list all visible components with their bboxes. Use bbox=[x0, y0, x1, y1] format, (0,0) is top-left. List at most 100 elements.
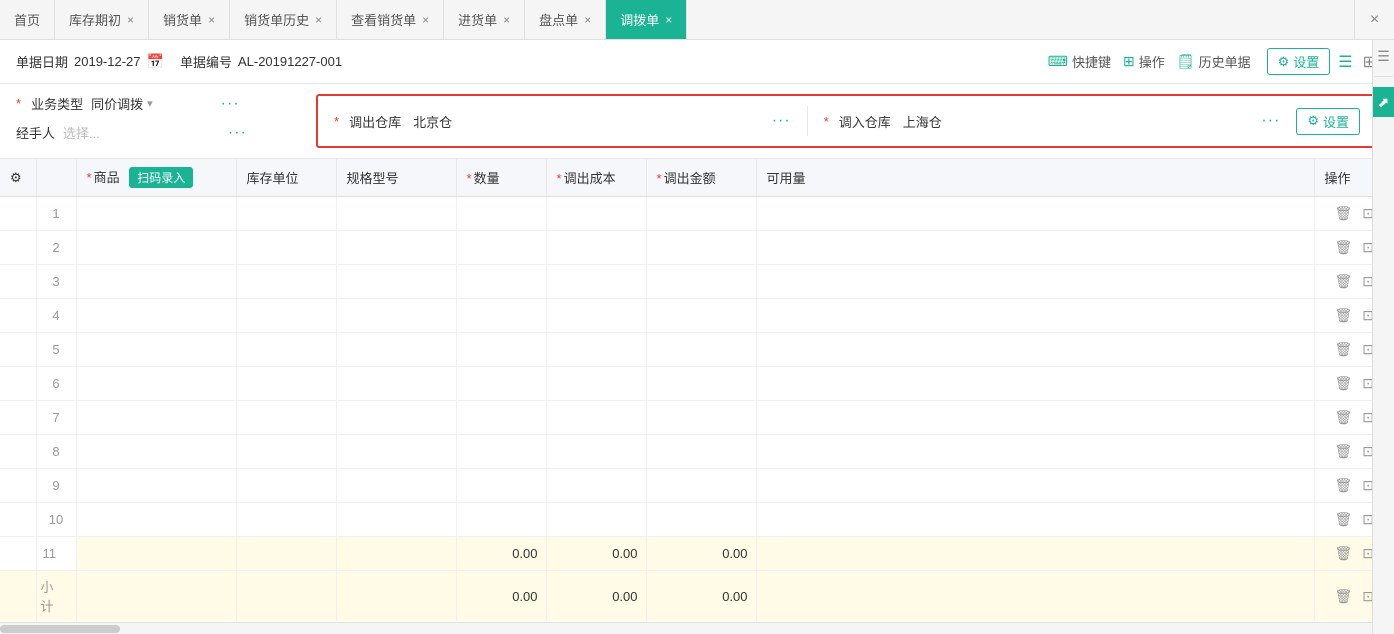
row-spec-cell[interactable] bbox=[336, 469, 456, 503]
row-spec-cell[interactable] bbox=[336, 401, 456, 435]
row-product-cell[interactable] bbox=[76, 503, 236, 537]
sub-delete-btn[interactable]: 🗑 bbox=[1332, 586, 1354, 607]
row-avail-cell[interactable] bbox=[756, 265, 1314, 299]
row-unit-cell[interactable] bbox=[236, 265, 336, 299]
calendar-icon[interactable]: 📅 bbox=[147, 53, 164, 70]
row-avail-cell[interactable] bbox=[756, 231, 1314, 265]
tab-sales-history[interactable]: 销货单历史 × bbox=[230, 0, 337, 39]
row-product-cell[interactable] bbox=[76, 435, 236, 469]
row-amount-cell[interactable] bbox=[646, 435, 756, 469]
layout-icon-1[interactable]: ☰ bbox=[1334, 52, 1356, 72]
row-amount-cell[interactable] bbox=[646, 197, 756, 231]
doc-date-value[interactable]: 2019-12-27 bbox=[74, 54, 141, 69]
operation-button[interactable]: ⊞ 操作 bbox=[1123, 52, 1165, 71]
row-qty-cell[interactable] bbox=[456, 367, 546, 401]
row-unit-cell[interactable] bbox=[236, 367, 336, 401]
row-unit-cell[interactable] bbox=[236, 299, 336, 333]
row-amount-cell[interactable] bbox=[646, 333, 756, 367]
row-delete-btn[interactable]: 🗑 bbox=[1332, 475, 1354, 496]
tab-view-sales[interactable]: 查看销货单 × bbox=[337, 0, 444, 39]
settings-button[interactable]: ⚙ 设置 bbox=[1267, 48, 1331, 75]
row-cost-cell[interactable] bbox=[546, 401, 646, 435]
row-qty-cell[interactable] bbox=[456, 503, 546, 537]
row-delete-btn[interactable]: 🗑 bbox=[1332, 339, 1354, 360]
row-spec-cell[interactable] bbox=[336, 231, 456, 265]
row-cost-cell[interactable] bbox=[546, 469, 646, 503]
row-delete-btn[interactable]: 🗑 bbox=[1332, 373, 1354, 394]
row-unit-cell[interactable] bbox=[236, 197, 336, 231]
row-amount-cell[interactable] bbox=[646, 265, 756, 299]
row-cost-cell[interactable] bbox=[546, 435, 646, 469]
operator-ellipsis[interactable]: ··· bbox=[228, 124, 247, 142]
row-avail-cell[interactable] bbox=[756, 401, 1314, 435]
row-avail-cell[interactable] bbox=[756, 503, 1314, 537]
operator-input[interactable]: 选择... bbox=[63, 123, 100, 142]
row-qty-cell[interactable] bbox=[456, 435, 546, 469]
row-avail-cell[interactable] bbox=[756, 333, 1314, 367]
row-delete-btn[interactable]: 🗑 bbox=[1332, 237, 1354, 258]
tab-stock-count[interactable]: 盘点单 × bbox=[525, 0, 606, 39]
row-spec-cell[interactable] bbox=[336, 197, 456, 231]
row-delete-btn[interactable]: 🗑 bbox=[1332, 203, 1354, 224]
biz-type-ellipsis[interactable]: ··· bbox=[221, 95, 240, 113]
row-spec-cell[interactable] bbox=[336, 435, 456, 469]
row-spec-cell[interactable] bbox=[336, 367, 456, 401]
row-delete-btn[interactable]: 🗑 bbox=[1332, 509, 1354, 530]
gear-icon[interactable]: ⚙ bbox=[10, 170, 22, 185]
out-warehouse-value[interactable]: 北京仓 bbox=[413, 112, 452, 131]
col-gear[interactable]: ⚙ bbox=[0, 159, 36, 197]
row-product-cell[interactable] bbox=[76, 197, 236, 231]
tab-sales-history-close[interactable]: × bbox=[315, 13, 322, 27]
row-amount-cell[interactable] bbox=[646, 503, 756, 537]
biz-type-select[interactable]: 同价调拨 ▾ bbox=[91, 94, 153, 113]
tab-transfer-order-close[interactable]: × bbox=[665, 13, 672, 27]
row-unit-cell[interactable] bbox=[236, 231, 336, 265]
row-avail-cell[interactable] bbox=[756, 197, 1314, 231]
row-qty-cell[interactable] bbox=[456, 197, 546, 231]
row-amount-cell[interactable] bbox=[646, 367, 756, 401]
global-close-button[interactable]: × bbox=[1354, 0, 1394, 40]
row-cost-cell[interactable] bbox=[546, 197, 646, 231]
row-cost-cell[interactable] bbox=[546, 333, 646, 367]
row-unit-cell[interactable] bbox=[236, 401, 336, 435]
row-qty-cell[interactable] bbox=[456, 299, 546, 333]
tab-purchase-order-close[interactable]: × bbox=[503, 13, 510, 27]
shortcut-button[interactable]: ⌨ 快捷键 bbox=[1048, 52, 1111, 71]
row-amount-cell[interactable] bbox=[646, 231, 756, 265]
row-qty-cell[interactable] bbox=[456, 265, 546, 299]
tab-sales-order[interactable]: 销货单 × bbox=[149, 0, 230, 39]
right-panel-list-icon[interactable]: ☰ bbox=[1374, 46, 1394, 66]
row-unit-cell[interactable] bbox=[236, 435, 336, 469]
row-unit-cell[interactable] bbox=[236, 503, 336, 537]
row-cost-cell[interactable] bbox=[546, 265, 646, 299]
scrollbar-thumb[interactable] bbox=[0, 625, 120, 633]
row-cost-cell[interactable] bbox=[546, 231, 646, 265]
row-unit-cell[interactable] bbox=[236, 333, 336, 367]
scan-button[interactable]: 扫码录入 bbox=[129, 167, 193, 188]
row-product-cell[interactable] bbox=[76, 299, 236, 333]
row-spec-cell[interactable] bbox=[336, 503, 456, 537]
row-delete-btn[interactable]: 🗑 bbox=[1332, 407, 1354, 428]
subtotal-delete-btn[interactable]: 🗑 bbox=[1332, 543, 1354, 564]
row-amount-cell[interactable] bbox=[646, 401, 756, 435]
row-spec-cell[interactable] bbox=[336, 333, 456, 367]
row-amount-cell[interactable] bbox=[646, 469, 756, 503]
warehouse-settings-button[interactable]: ⚙ 设置 bbox=[1296, 108, 1360, 135]
row-avail-cell[interactable] bbox=[756, 367, 1314, 401]
row-cost-cell[interactable] bbox=[546, 299, 646, 333]
row-delete-btn[interactable]: 🗑 bbox=[1332, 441, 1354, 462]
row-product-cell[interactable] bbox=[76, 265, 236, 299]
tab-transfer-order[interactable]: 调拨单 × bbox=[606, 0, 687, 39]
row-product-cell[interactable] bbox=[76, 367, 236, 401]
in-warehouse-ellipsis[interactable]: ··· bbox=[1261, 112, 1280, 130]
row-unit-cell[interactable] bbox=[236, 469, 336, 503]
row-avail-cell[interactable] bbox=[756, 435, 1314, 469]
tab-purchase-order[interactable]: 进货单 × bbox=[444, 0, 525, 39]
row-product-cell[interactable] bbox=[76, 333, 236, 367]
tab-sales-order-close[interactable]: × bbox=[208, 13, 215, 27]
row-amount-cell[interactable] bbox=[646, 299, 756, 333]
row-spec-cell[interactable] bbox=[336, 299, 456, 333]
right-panel-link-icon[interactable]: ⬈ bbox=[1373, 87, 1394, 117]
in-warehouse-value[interactable]: 上海仓 bbox=[903, 112, 942, 131]
row-cost-cell[interactable] bbox=[546, 367, 646, 401]
